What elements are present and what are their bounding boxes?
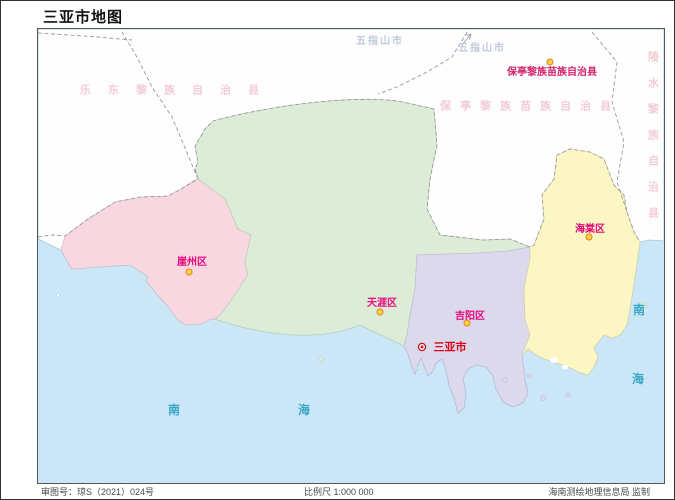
tianya-dot-icon	[376, 308, 384, 316]
yazhou-dot-icon	[185, 268, 193, 276]
map-canvas: 崖州区 天涯区 吉阳区 海棠区 保亭黎族苗族自治县 三亚市 南 海 南 海 乐东…	[37, 28, 665, 484]
lagoon	[550, 357, 558, 363]
footer-producer: 海南测绘地理信息局 监制	[548, 487, 650, 497]
map-page: 三亚市地图 崖州区 天涯区 吉阳区 海棠区 保亭黎族苗族自治县 三亚市 南 海 …	[0, 0, 675, 500]
island	[419, 370, 423, 374]
jiyang-dot-icon	[463, 319, 471, 327]
island	[526, 373, 532, 379]
island	[565, 392, 571, 398]
sanya-city-marker-icon	[417, 342, 427, 352]
map-svg	[38, 29, 664, 483]
footer-approval-number: 审图号：琼S（2021）024号	[41, 487, 155, 497]
island	[56, 293, 60, 297]
haitang-dot-icon	[585, 233, 593, 241]
island	[540, 395, 546, 401]
page-title: 三亚市地图	[43, 9, 124, 26]
footer-scale: 比例尺 1:000 000	[304, 487, 374, 497]
island	[502, 377, 508, 383]
island	[318, 356, 324, 362]
lagoon	[562, 364, 568, 370]
baoting-dot-icon	[546, 58, 554, 66]
island	[640, 301, 648, 309]
island	[415, 366, 419, 370]
